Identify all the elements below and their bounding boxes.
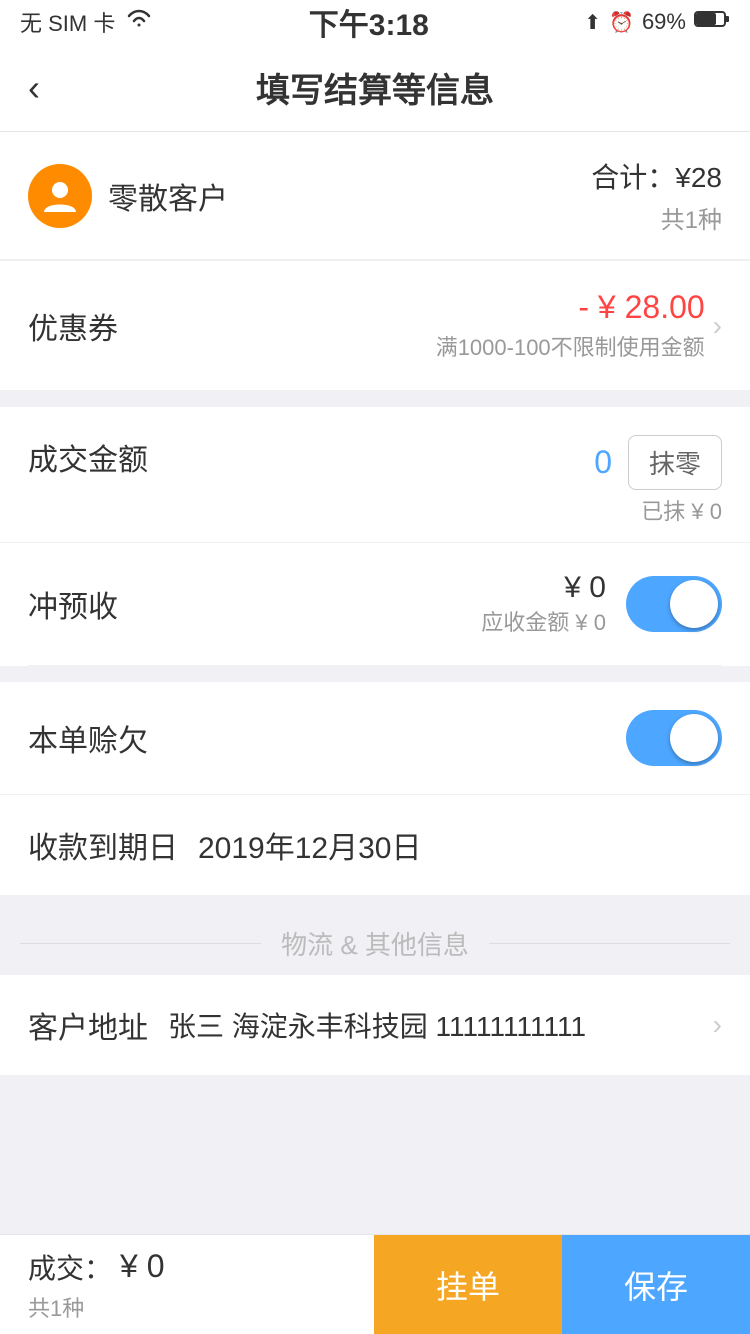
prepay-amount-stack: ¥ 0 应收金额 ¥ 0	[481, 571, 606, 637]
section-divider-1	[0, 391, 750, 407]
content: 零散客户 合计：¥28 共1种 优惠券 - ¥ 28.00 满1000-100不…	[0, 132, 750, 1195]
transaction-sub: 已抹 ¥ 0	[641, 494, 722, 526]
bottom-transaction-amount: ¥ 0	[120, 1248, 164, 1285]
customer-avatar	[28, 164, 92, 228]
prepay-toggle-knob	[670, 580, 718, 628]
coupon-desc: 满1000-100不限制使用金额	[436, 330, 705, 362]
bottom-bar: 成交： ¥ 0 共1种 挂单 保存	[0, 1234, 750, 1334]
round-zero-button[interactable]: 抹零	[628, 435, 722, 490]
transaction-section: 成交金额 0 抹零 已抹 ¥ 0	[0, 407, 750, 543]
logistics-label: 物流 & 其他信息	[281, 925, 469, 962]
coupon-discount: - ¥ 28.00	[436, 289, 705, 326]
prepay-label: 冲预收	[28, 582, 118, 626]
customer-total: 合计：¥28	[591, 156, 722, 196]
nav-bar: ‹ 填写结算等信息	[0, 44, 750, 132]
address-chevron-icon: ›	[713, 1009, 722, 1041]
customer-info: 零散客户	[28, 164, 228, 228]
transaction-label: 成交金额	[28, 435, 148, 479]
status-bar-right: ⬆ ⏰ 69%	[584, 8, 730, 36]
customer-name: 零散客户	[108, 174, 228, 218]
no-sim-text: 无 SIM 卡	[20, 6, 115, 38]
bottom-count: 共1种	[28, 1291, 346, 1323]
logistics-divider: 物流 & 其他信息	[0, 911, 750, 975]
customer-section: 零散客户 合计：¥28 共1种	[0, 132, 750, 260]
credit-toggle[interactable]	[626, 710, 722, 766]
bottom-transaction: 成交： ¥ 0	[28, 1247, 346, 1287]
prepay-amount: ¥ 0	[481, 571, 606, 605]
location-icon: ⬆	[584, 10, 601, 35]
bottom-left: 成交： ¥ 0 共1种	[0, 1247, 374, 1323]
address-section[interactable]: 客户地址 张三 海淀永丰科技园 11111111111 ›	[0, 975, 750, 1075]
alarm-icon: ⏰	[609, 10, 634, 35]
transaction-value[interactable]: 0	[552, 444, 612, 481]
duedate-section: 收款到期日 2019年12月30日	[0, 794, 750, 895]
status-bar-left: 无 SIM 卡	[20, 6, 153, 38]
battery-icon	[694, 8, 730, 36]
credit-label: 本单赊欠	[28, 716, 148, 760]
prepay-toggle[interactable]	[626, 576, 722, 632]
prepay-section: 冲预收 ¥ 0 应收金额 ¥ 0	[0, 543, 750, 666]
address-value: 张三 海淀永丰科技园 11111111111	[168, 1005, 713, 1045]
transaction-row: 成交金额 0 抹零 已抹 ¥ 0	[0, 407, 750, 543]
coupon-section[interactable]: 优惠券 - ¥ 28.00 满1000-100不限制使用金额 ›	[0, 260, 750, 391]
battery-text: 69%	[642, 9, 686, 35]
customer-count: 共1种	[591, 200, 722, 235]
address-label: 客户地址	[28, 1003, 148, 1047]
prepay-sub: 应收金额 ¥ 0	[481, 605, 606, 637]
credit-section: 本单赊欠	[0, 682, 750, 794]
transaction-right: 0 抹零 已抹 ¥ 0	[552, 435, 722, 526]
hang-button[interactable]: 挂单	[374, 1235, 562, 1334]
logistics-line-right	[489, 943, 730, 944]
coupon-label: 优惠券	[28, 304, 118, 348]
bottom-transaction-label: 成交：	[28, 1247, 112, 1287]
duedate-row: 收款到期日 2019年12月30日	[28, 823, 722, 867]
duedate-label: 收款到期日	[28, 823, 178, 867]
save-button[interactable]: 保存	[562, 1235, 750, 1334]
status-bar: 无 SIM 卡 下午3:18 ⬆ ⏰ 69%	[0, 0, 750, 44]
section-divider-2	[0, 666, 750, 682]
logistics-line-left	[20, 943, 261, 944]
prepay-right: ¥ 0 应收金额 ¥ 0	[481, 571, 722, 637]
prepay-row: 冲预收 ¥ 0 应收金额 ¥ 0	[28, 543, 722, 666]
page-title: 填写结算等信息	[256, 63, 494, 112]
credit-toggle-knob	[670, 714, 718, 762]
coupon-chevron-icon: ›	[713, 310, 722, 342]
customer-total-section: 合计：¥28 共1种	[591, 156, 722, 235]
duedate-value[interactable]: 2019年12月30日	[198, 823, 421, 867]
coupon-right: - ¥ 28.00 满1000-100不限制使用金额	[436, 289, 705, 362]
status-bar-time: 下午3:18	[309, 0, 429, 44]
back-button[interactable]: ‹	[28, 67, 40, 109]
wifi-icon	[125, 8, 153, 36]
